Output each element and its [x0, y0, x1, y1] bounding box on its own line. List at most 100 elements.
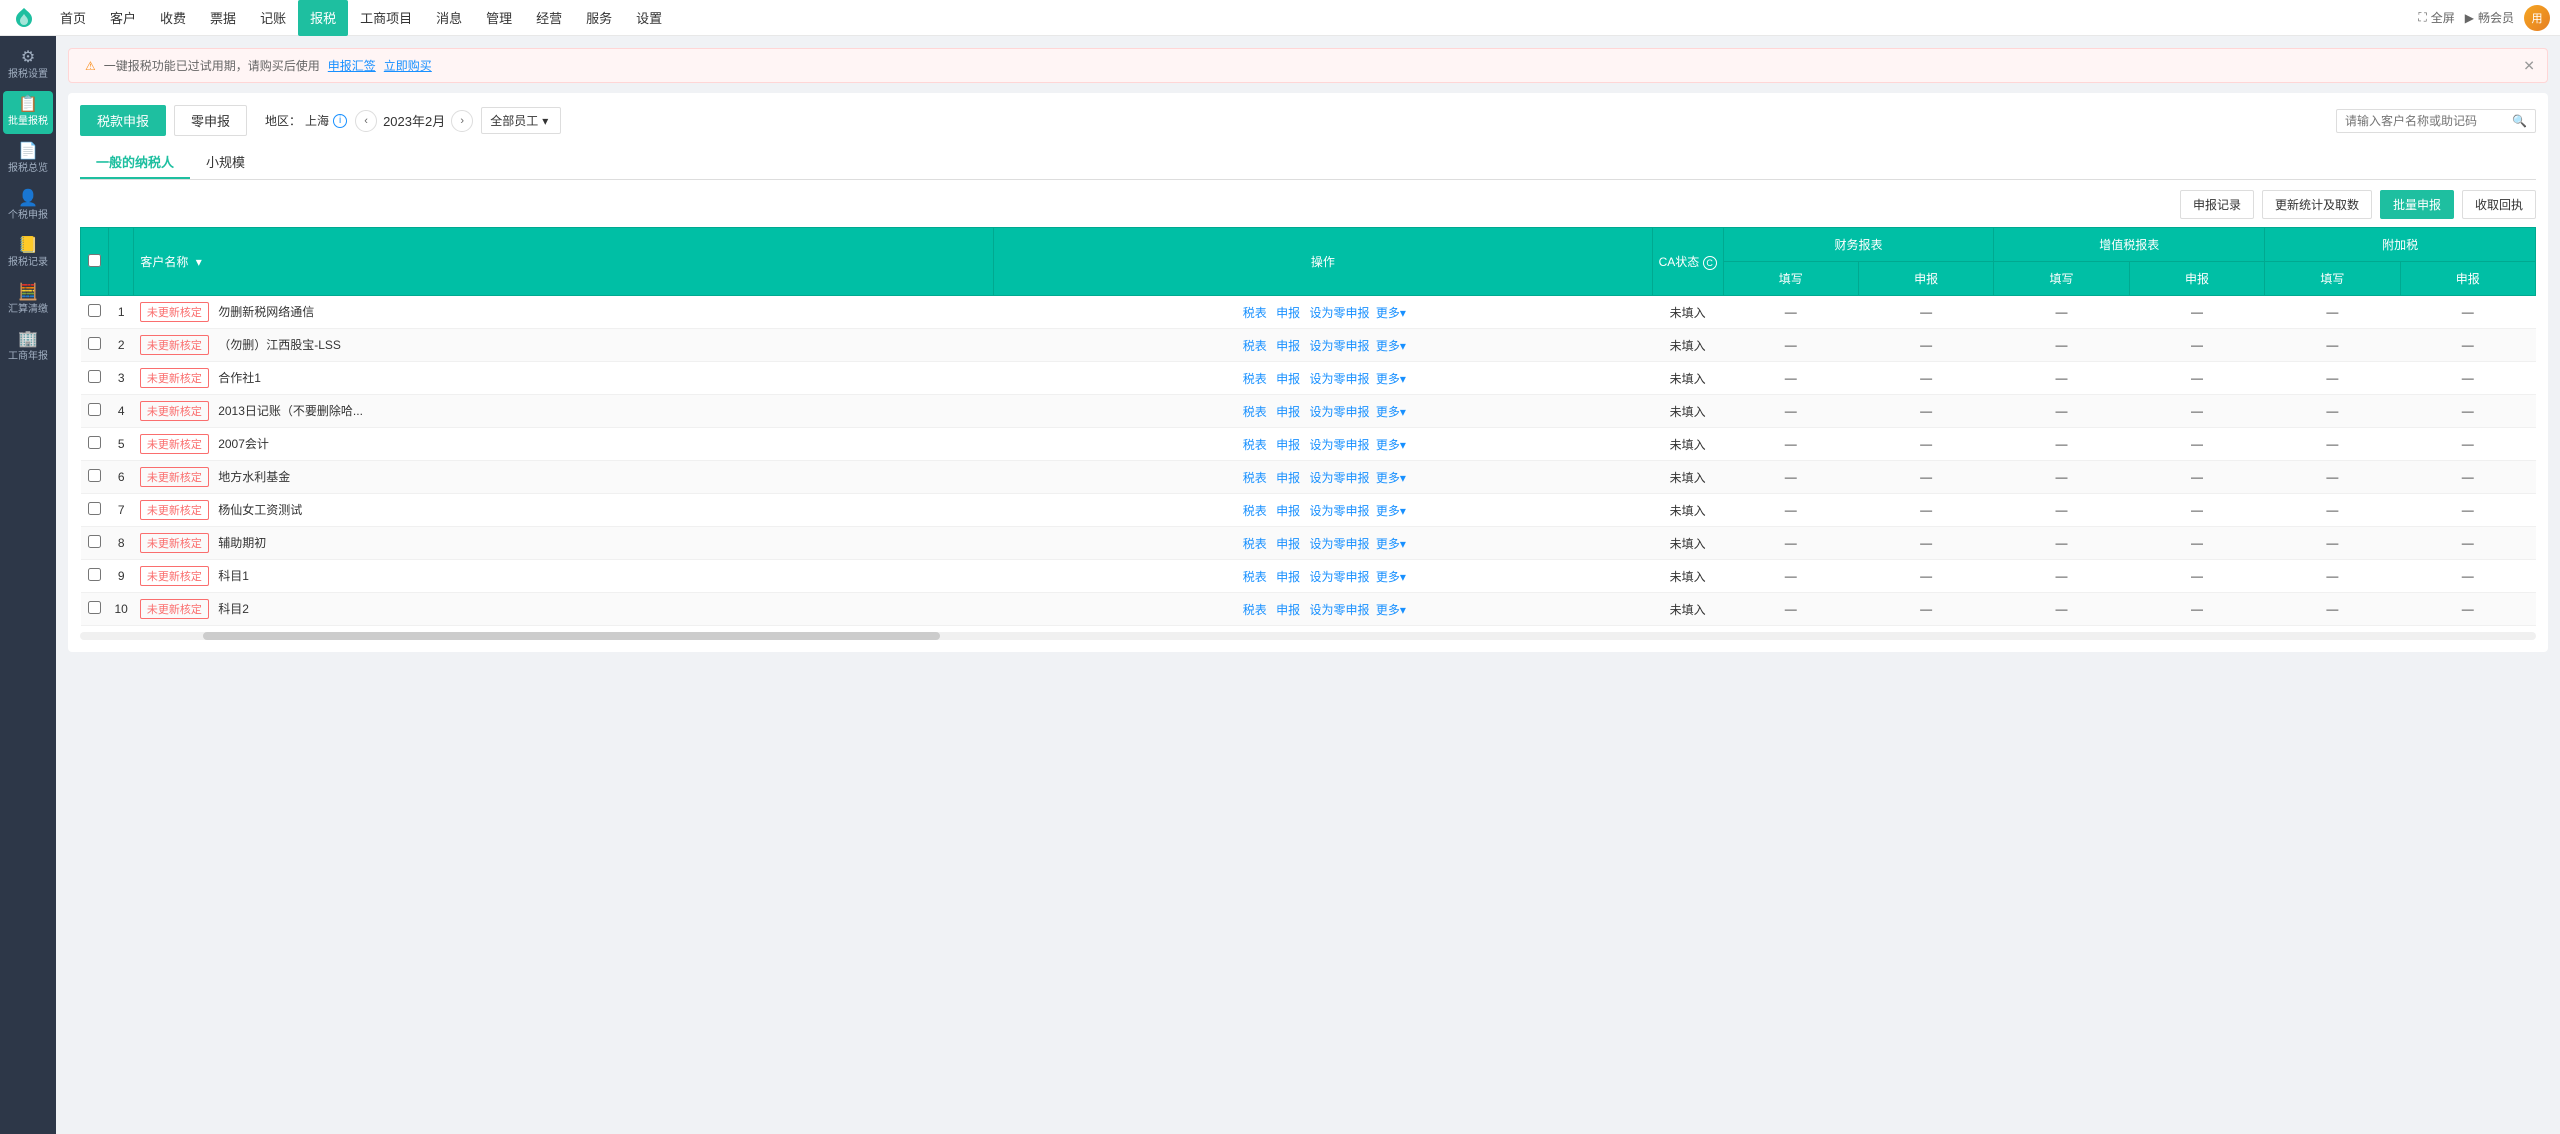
op-tax-table[interactable]: 税表 — [1243, 405, 1267, 419]
row-select-checkbox[interactable] — [88, 370, 101, 383]
sidebar-item-tax-record[interactable]: 📒 报税记录 — [3, 232, 53, 275]
nav-home[interactable]: 首页 — [48, 0, 98, 36]
sidebar-item-tax-overview[interactable]: 📄 报税总览 — [3, 138, 53, 181]
row-checkbox[interactable] — [81, 296, 109, 329]
op-apply[interactable]: 申报 — [1276, 504, 1300, 518]
op-zero-apply[interactable]: 设为零申报 — [1310, 504, 1370, 518]
nav-client[interactable]: 客户 — [98, 0, 148, 36]
nav-operation[interactable]: 经营 — [524, 0, 574, 36]
date-next-button[interactable]: › — [451, 110, 473, 132]
nav-message[interactable]: 消息 — [424, 0, 474, 36]
sidebar-item-annual-settlement[interactable]: 🧮 汇算清缴 — [3, 279, 53, 322]
op-zero-apply[interactable]: 设为零申报 — [1310, 306, 1370, 320]
row-checkbox[interactable] — [81, 494, 109, 527]
search-box[interactable]: 🔍 — [2336, 109, 2536, 133]
op-apply[interactable]: 申报 — [1276, 537, 1300, 551]
avatar[interactable]: 用 — [2524, 5, 2550, 31]
op-tax-table[interactable]: 税表 — [1243, 570, 1267, 584]
row-checkbox[interactable] — [81, 560, 109, 593]
row-select-checkbox[interactable] — [88, 304, 101, 317]
op-zero-apply[interactable]: 设为零申报 — [1310, 438, 1370, 452]
op-more[interactable]: 更多▾ — [1376, 405, 1406, 419]
row-checkbox[interactable] — [81, 461, 109, 494]
nav-tax[interactable]: 报税 — [298, 0, 348, 36]
banner-link-buy[interactable]: 立即购买 — [384, 57, 432, 74]
tab-small-scale[interactable]: 小规模 — [190, 146, 261, 179]
update-stats-button[interactable]: 更新统计及取数 — [2262, 190, 2372, 219]
op-more[interactable]: 更多▾ — [1376, 339, 1406, 353]
row-select-checkbox[interactable] — [88, 436, 101, 449]
op-tax-table[interactable]: 税表 — [1243, 306, 1267, 320]
op-more[interactable]: 更多▾ — [1376, 471, 1406, 485]
op-more[interactable]: 更多▾ — [1376, 372, 1406, 386]
horizontal-scrollbar[interactable] — [80, 632, 2536, 640]
member-button[interactable]: ▶ 畅会员 — [2465, 9, 2514, 26]
tab-zero-declaration[interactable]: 零申报 — [174, 105, 247, 136]
tab-tax-declaration[interactable]: 税款申报 — [80, 105, 166, 136]
row-checkbox[interactable] — [81, 362, 109, 395]
nav-settings[interactable]: 设置 — [624, 0, 674, 36]
row-select-checkbox[interactable] — [88, 535, 101, 548]
sidebar-item-batch-tax[interactable]: 📋 批量报税 — [3, 91, 53, 134]
select-all-checkbox[interactable] — [88, 254, 101, 267]
retrieve-button[interactable]: 收取回执 — [2462, 190, 2536, 219]
op-apply[interactable]: 申报 — [1276, 570, 1300, 584]
nav-business[interactable]: 工商项目 — [348, 0, 424, 36]
op-more[interactable]: 更多▾ — [1376, 438, 1406, 452]
nav-service[interactable]: 服务 — [574, 0, 624, 36]
op-zero-apply[interactable]: 设为零申报 — [1310, 537, 1370, 551]
op-apply[interactable]: 申报 — [1276, 438, 1300, 452]
op-zero-apply[interactable]: 设为零申报 — [1310, 570, 1370, 584]
op-tax-table[interactable]: 税表 — [1243, 372, 1267, 386]
op-more[interactable]: 更多▾ — [1376, 603, 1406, 617]
ca-info-icon[interactable]: C — [1703, 256, 1717, 270]
sidebar-item-tax-settings[interactable]: ⚙ 报税设置 — [3, 44, 53, 87]
row-select-checkbox[interactable] — [88, 601, 101, 614]
op-zero-apply[interactable]: 设为零申报 — [1310, 471, 1370, 485]
row-select-checkbox[interactable] — [88, 403, 101, 416]
op-zero-apply[interactable]: 设为零申报 — [1310, 372, 1370, 386]
staff-select[interactable]: 全部员工 ▾ — [481, 107, 561, 134]
op-apply[interactable]: 申报 — [1276, 339, 1300, 353]
op-zero-apply[interactable]: 设为零申报 — [1310, 603, 1370, 617]
region-info-icon[interactable]: i — [333, 114, 347, 128]
op-more[interactable]: 更多▾ — [1376, 306, 1406, 320]
banner-link-report[interactable]: 申报汇签 — [328, 57, 376, 74]
op-tax-table[interactable]: 税表 — [1243, 504, 1267, 518]
op-tax-table[interactable]: 税表 — [1243, 438, 1267, 452]
row-checkbox[interactable] — [81, 329, 109, 362]
scrollbar-thumb[interactable] — [203, 632, 940, 640]
op-more[interactable]: 更多▾ — [1376, 537, 1406, 551]
row-checkbox[interactable] — [81, 527, 109, 560]
row-select-checkbox[interactable] — [88, 337, 101, 350]
op-apply[interactable]: 申报 — [1276, 306, 1300, 320]
sort-icon[interactable]: ▾ — [196, 255, 202, 269]
sidebar-item-annual-report[interactable]: 🏢 工商年报 — [3, 326, 53, 369]
op-more[interactable]: 更多▾ — [1376, 504, 1406, 518]
banner-close-button[interactable]: ✕ — [2523, 57, 2535, 74]
batch-apply-button[interactable]: 批量申报 — [2380, 190, 2454, 219]
row-select-checkbox[interactable] — [88, 469, 101, 482]
apply-record-button[interactable]: 申报记录 — [2180, 190, 2254, 219]
op-more[interactable]: 更多▾ — [1376, 570, 1406, 584]
fullscreen-button[interactable]: ⛶ 全屏 — [2418, 9, 2454, 26]
row-checkbox[interactable] — [81, 395, 109, 428]
op-apply[interactable]: 申报 — [1276, 603, 1300, 617]
nav-fee[interactable]: 收费 — [148, 0, 198, 36]
op-apply[interactable]: 申报 — [1276, 405, 1300, 419]
search-input[interactable] — [2345, 114, 2508, 128]
op-apply[interactable]: 申报 — [1276, 372, 1300, 386]
op-zero-apply[interactable]: 设为零申报 — [1310, 405, 1370, 419]
nav-invoice[interactable]: 票据 — [198, 0, 248, 36]
op-tax-table[interactable]: 税表 — [1243, 471, 1267, 485]
op-tax-table[interactable]: 税表 — [1243, 339, 1267, 353]
tab-general-taxpayer[interactable]: 一般的纳税人 — [80, 146, 190, 179]
nav-bookkeeping[interactable]: 记账 — [248, 0, 298, 36]
op-apply[interactable]: 申报 — [1276, 471, 1300, 485]
nav-admin[interactable]: 管理 — [474, 0, 524, 36]
row-checkbox[interactable] — [81, 593, 109, 626]
op-tax-table[interactable]: 税表 — [1243, 537, 1267, 551]
op-zero-apply[interactable]: 设为零申报 — [1310, 339, 1370, 353]
row-select-checkbox[interactable] — [88, 502, 101, 515]
date-prev-button[interactable]: ‹ — [355, 110, 377, 132]
